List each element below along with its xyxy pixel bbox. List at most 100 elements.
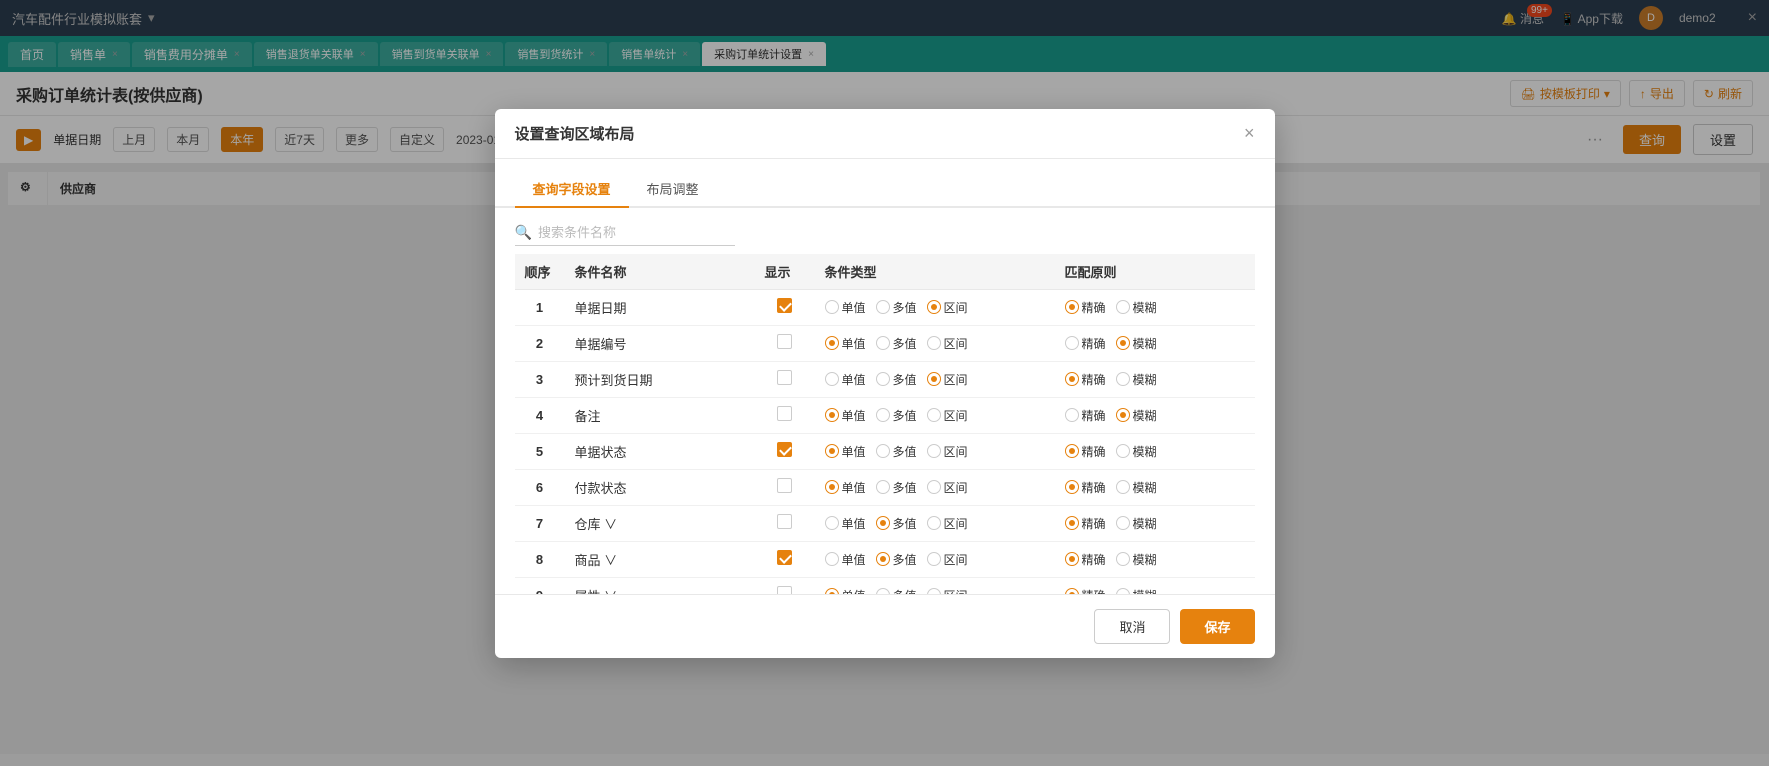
type-radio-区间[interactable]: 区间 [927, 335, 968, 352]
match-radio-精确[interactable]: 精确 [1065, 299, 1106, 316]
modal-tabs: 查询字段设置 布局调整 [495, 159, 1275, 208]
display-checkbox[interactable] [777, 586, 792, 594]
radio-circle [876, 480, 890, 494]
conditions-table: 顺序 条件名称 显示 条件类型 匹配原则 1单据日期单值多值区间精确模糊2单据编… [515, 254, 1255, 594]
match-radio-模糊[interactable]: 模糊 [1116, 407, 1157, 424]
type-radio-单值[interactable]: 单值 [825, 299, 866, 316]
radio-label: 区间 [944, 407, 968, 424]
row-name: 属性 ∨ [565, 577, 755, 594]
display-checkbox[interactable] [777, 370, 792, 385]
row-order: 9 [515, 577, 565, 594]
radio-circle [825, 480, 839, 494]
cancel-button[interactable]: 取消 [1094, 609, 1170, 644]
match-radio-模糊[interactable]: 模糊 [1116, 587, 1157, 594]
type-radio-区间[interactable]: 区间 [927, 299, 968, 316]
radio-circle [825, 300, 839, 314]
tab-layout-adjust[interactable]: 布局调整 [629, 171, 717, 208]
row-name: 商品 ∨ [565, 541, 755, 577]
type-radio-区间[interactable]: 区间 [927, 515, 968, 532]
match-radio-模糊[interactable]: 模糊 [1116, 479, 1157, 496]
match-radio-精确[interactable]: 精确 [1065, 371, 1106, 388]
match-radio-模糊[interactable]: 模糊 [1116, 371, 1157, 388]
type-radio-多值[interactable]: 多值 [876, 299, 917, 316]
type-radio-多值[interactable]: 多值 [876, 371, 917, 388]
display-checkbox[interactable] [777, 442, 792, 457]
row-name: 单据状态 [565, 433, 755, 469]
radio-circle [1116, 300, 1130, 314]
match-radio-精确[interactable]: 精确 [1065, 551, 1106, 568]
modal-header: 设置查询区域布局 × [495, 109, 1275, 159]
radio-label: 精确 [1082, 479, 1106, 496]
match-radio-模糊[interactable]: 模糊 [1116, 551, 1157, 568]
match-radio-精确[interactable]: 精确 [1065, 335, 1106, 352]
radio-circle [1116, 372, 1130, 386]
type-radio-单值[interactable]: 单值 [825, 587, 866, 594]
row-match-cell: 精确模糊 [1055, 397, 1255, 433]
match-radio-精确[interactable]: 精确 [1065, 443, 1106, 460]
type-radio-单值[interactable]: 单值 [825, 479, 866, 496]
radio-label: 模糊 [1133, 587, 1157, 594]
type-radio-单值[interactable]: 单值 [825, 407, 866, 424]
match-radio-模糊[interactable]: 模糊 [1116, 299, 1157, 316]
type-radio-区间[interactable]: 区间 [927, 407, 968, 424]
type-radio-单值[interactable]: 单值 [825, 515, 866, 532]
match-radio-精确[interactable]: 精确 [1065, 515, 1106, 532]
match-radio-模糊[interactable]: 模糊 [1116, 443, 1157, 460]
type-radio-多值[interactable]: 多值 [876, 479, 917, 496]
radio-circle [1065, 372, 1079, 386]
type-radio-多值[interactable]: 多值 [876, 587, 917, 594]
conditions-tbody: 1单据日期单值多值区间精确模糊2单据编号单值多值区间精确模糊3预计到货日期单值多… [515, 289, 1255, 594]
radio-circle [1065, 300, 1079, 314]
radio-label: 区间 [944, 371, 968, 388]
type-radio-多值[interactable]: 多值 [876, 443, 917, 460]
type-radio-单值[interactable]: 单值 [825, 443, 866, 460]
display-checkbox[interactable] [777, 514, 792, 529]
match-radio-模糊[interactable]: 模糊 [1116, 515, 1157, 532]
tab-query-fields[interactable]: 查询字段设置 [515, 171, 629, 208]
match-radio-精确[interactable]: 精确 [1065, 407, 1106, 424]
type-radio-区间[interactable]: 区间 [927, 479, 968, 496]
display-checkbox[interactable] [777, 298, 792, 313]
type-radio-多值[interactable]: 多值 [876, 551, 917, 568]
display-checkbox[interactable] [777, 550, 792, 565]
radio-circle [927, 300, 941, 314]
radio-label: 精确 [1082, 371, 1106, 388]
type-radio-单值[interactable]: 单值 [825, 335, 866, 352]
display-checkbox[interactable] [777, 406, 792, 421]
type-radio-多值[interactable]: 多值 [876, 335, 917, 352]
match-radio-模糊[interactable]: 模糊 [1116, 335, 1157, 352]
type-radio-多值[interactable]: 多值 [876, 407, 917, 424]
radio-label: 区间 [944, 299, 968, 316]
row-match-cell: 精确模糊 [1055, 505, 1255, 541]
type-radio-单值[interactable]: 单值 [825, 371, 866, 388]
display-checkbox[interactable] [777, 478, 792, 493]
radio-label: 模糊 [1133, 299, 1157, 316]
radio-circle [927, 444, 941, 458]
modal-close-button[interactable]: × [1244, 124, 1255, 142]
radio-label: 单值 [842, 443, 866, 460]
type-radio-单值[interactable]: 单值 [825, 551, 866, 568]
row-type-cell: 单值多值区间 [815, 469, 1055, 505]
type-radio-区间[interactable]: 区间 [927, 551, 968, 568]
table-row: 9属性 ∨ 单值 多值 区间 精确 模糊 [515, 577, 1255, 594]
type-radio-多值[interactable]: 多值 [876, 515, 917, 532]
radio-label: 区间 [944, 551, 968, 568]
row-order: 1 [515, 289, 565, 325]
display-checkbox[interactable] [777, 334, 792, 349]
radio-label: 区间 [944, 515, 968, 532]
match-radio-精确[interactable]: 精确 [1065, 587, 1106, 594]
radio-label: 精确 [1082, 515, 1106, 532]
type-radio-区间[interactable]: 区间 [927, 587, 968, 594]
row-type-cell: 单值多值 区间 [815, 397, 1055, 433]
save-button[interactable]: 保存 [1180, 609, 1254, 644]
radio-label: 精确 [1082, 587, 1106, 594]
type-radio-区间[interactable]: 区间 [927, 371, 968, 388]
match-radio-精确[interactable]: 精确 [1065, 479, 1106, 496]
radio-circle [876, 372, 890, 386]
radio-circle [876, 336, 890, 350]
search-input[interactable] [538, 225, 718, 240]
radio-circle [876, 300, 890, 314]
table-row: 2单据编号单值多值区间精确模糊 [515, 325, 1255, 361]
radio-circle [876, 552, 890, 566]
type-radio-区间[interactable]: 区间 [927, 443, 968, 460]
